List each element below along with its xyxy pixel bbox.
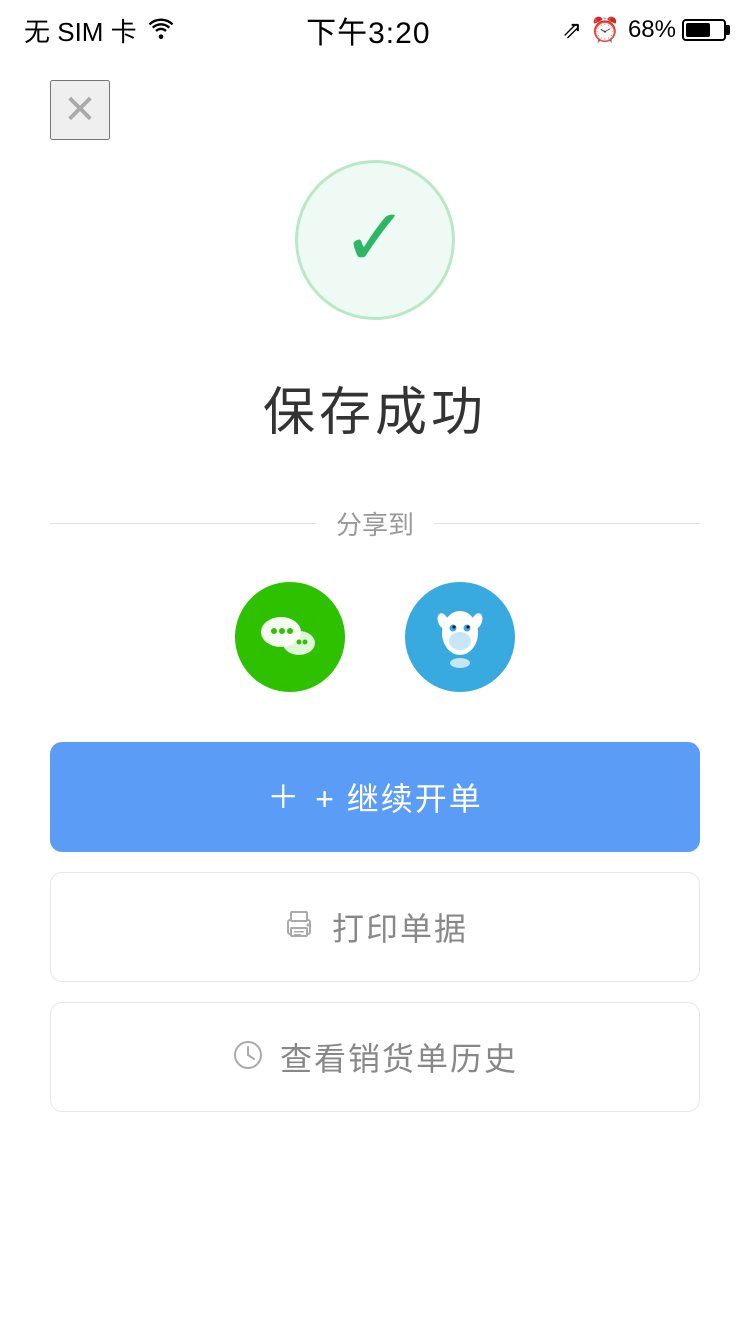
status-bar: 无 SIM 卡 下午3:20 ⇗ ⏰ 68% [0,0,750,60]
battery-block: 68% [628,16,726,44]
divider-right [434,523,700,524]
share-icons [50,582,700,692]
share-divider: 分享到 [50,505,700,542]
carrier-text: 无 SIM 卡 [24,12,137,49]
share-label: 分享到 [336,505,414,542]
history-button[interactable]: 查看销货单历史 [50,1002,700,1112]
qq-icon [430,605,490,670]
clock-icon [232,1039,264,1076]
history-label: 查看销货单历史 [280,1034,518,1080]
status-right: ⇗ ⏰ 68% [562,16,726,45]
alarm-icon: ⏰ [590,16,620,45]
share-section: 分享到 [50,505,700,692]
success-title: 保存成功 [263,370,487,445]
continue-order-label: + 继续开单 [315,774,483,820]
checkmark-icon: ✓ [341,198,408,278]
print-label: 打印单据 [332,904,468,950]
close-icon: ✕ [63,90,97,130]
continue-order-button[interactable]: ＋ + 继续开单 [50,742,700,852]
status-left: 无 SIM 卡 [24,12,175,49]
battery-icon [682,19,726,41]
print-button[interactable]: 打印单据 [50,872,700,982]
action-buttons: ＋ + 继续开单 打印单据 [50,742,700,1112]
location-icon: ⇗ [562,16,582,45]
wifi-icon [147,15,175,46]
main-content: ✕ ✓ 保存成功 分享到 [0,60,750,1334]
qq-share-button[interactable] [405,582,515,692]
close-button[interactable]: ✕ [50,80,110,140]
success-circle: ✓ [295,160,455,320]
status-time: 下午3:20 [306,8,430,52]
divider-left [50,523,316,524]
wechat-icon [259,611,321,663]
battery-percent: 68% [628,16,676,44]
printer-icon [282,910,316,945]
wechat-share-button[interactable] [235,582,345,692]
plus-icon: ＋ [267,781,299,813]
